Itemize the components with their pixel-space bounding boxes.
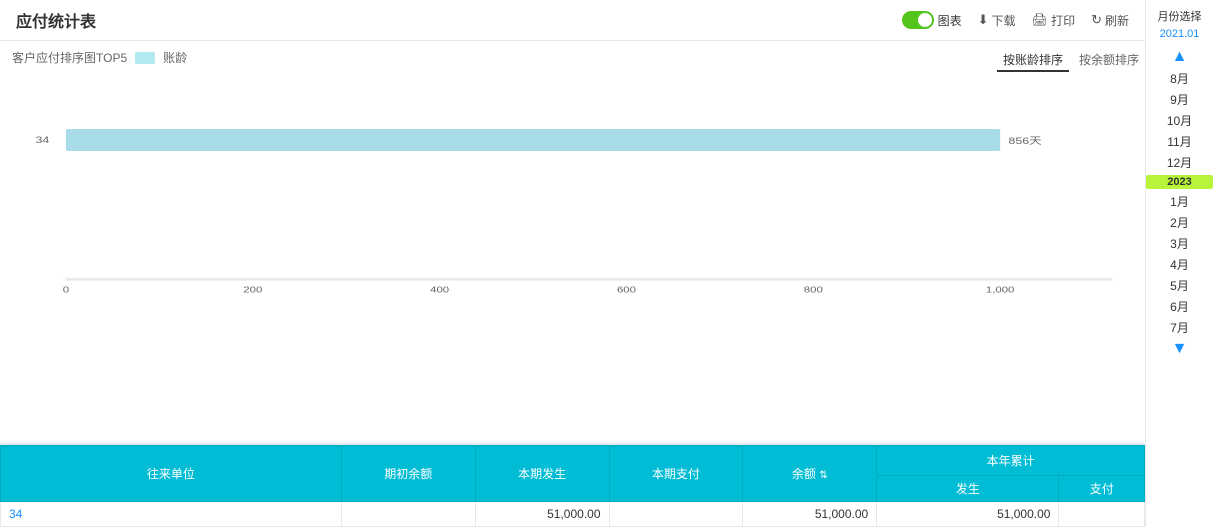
legend-item: 账龄 xyxy=(163,49,187,66)
sidebar-title: 月份选择 xyxy=(1158,8,1202,24)
download-icon: ⬇ xyxy=(978,12,989,28)
sidebar-down-arrow[interactable]: ▼ xyxy=(1172,340,1188,358)
chart-area: 客户应付排序图TOP5 账龄 按账龄排序 按余额排序 34 856天 0 200… xyxy=(0,41,1145,444)
cell-balance: 51,000.00 xyxy=(743,502,877,527)
col-current-pay: 本期支付 xyxy=(609,446,743,502)
sidebar-month-12[interactable]: 12月 xyxy=(1146,152,1213,173)
cell-ytd-pay xyxy=(1059,502,1145,527)
bar-fill xyxy=(66,129,1000,151)
print-button[interactable]: 🖨 打印 xyxy=(1032,12,1076,29)
y-label: 34 xyxy=(36,135,50,145)
sidebar-month-3[interactable]: 3月 xyxy=(1146,233,1213,254)
bar-chart-svg: 34 856天 0 200 400 600 800 1,000 xyxy=(12,74,1133,294)
svg-text:400: 400 xyxy=(430,286,449,294)
col-current-occur: 本期发生 xyxy=(475,446,609,502)
svg-text:1,000: 1,000 xyxy=(986,286,1015,294)
sidebar-month-6[interactable]: 6月 xyxy=(1146,296,1213,317)
data-table-wrap: 往来单位 期初余额 本期发生 本期支付 余额 ⇅ 本年累计 发生 支付 xyxy=(0,444,1145,527)
svg-text:800: 800 xyxy=(804,286,823,294)
data-table: 往来单位 期初余额 本期发生 本期支付 余额 ⇅ 本年累计 发生 支付 xyxy=(0,445,1145,527)
col-ytd-pay: 支付 xyxy=(1059,476,1145,502)
chart-legend: 客户应付排序图TOP5 账龄 xyxy=(12,49,187,66)
sort-buttons: 按账龄排序 按余额排序 xyxy=(997,49,1145,72)
refresh-button[interactable]: ↻ 刷新 xyxy=(1091,12,1129,29)
svg-text:0: 0 xyxy=(63,286,70,294)
sidebar-month-10[interactable]: 10月 xyxy=(1146,110,1213,131)
cell-current-pay xyxy=(609,502,743,527)
sort-by-amount-btn[interactable]: 按余额排序 xyxy=(1073,49,1145,72)
cell-current-occur: 51,000.00 xyxy=(475,502,609,527)
sidebar-selected-month: 2021.01 xyxy=(1160,28,1200,40)
sidebar-month-7[interactable]: 7月 xyxy=(1146,317,1213,338)
print-icon: 🖨 xyxy=(1032,12,1049,28)
col-opening: 期初余额 xyxy=(341,446,475,502)
cell-vendor: 34 xyxy=(1,502,342,527)
legend-text: 客户应付排序图TOP5 xyxy=(12,49,127,66)
cell-ytd-occur: 51,000.00 xyxy=(877,502,1059,527)
sidebar-month-2[interactable]: 2月 xyxy=(1146,212,1213,233)
chart-toggle-wrap: 图表 xyxy=(902,11,962,29)
svg-text:600: 600 xyxy=(617,286,636,294)
sidebar-month-9[interactable]: 9月 xyxy=(1146,89,1213,110)
svg-text:200: 200 xyxy=(243,286,262,294)
sidebar-month-5[interactable]: 5月 xyxy=(1146,275,1213,296)
col-balance: 余额 ⇅ xyxy=(743,446,877,502)
bar-value-label: 856天 xyxy=(1008,136,1041,146)
vendor-link[interactable]: 34 xyxy=(9,507,22,521)
sidebar-up-arrow[interactable]: ▲ xyxy=(1172,48,1188,66)
chart-label: 图表 xyxy=(938,12,962,29)
col-vendor: 往来单位 xyxy=(1,446,342,502)
sidebar-month-1[interactable]: 1月 xyxy=(1146,191,1213,212)
col-ytd-occur: 发生 xyxy=(877,476,1059,502)
balance-sort-icon: ⇅ xyxy=(819,470,827,481)
page-title: 应付统计表 xyxy=(16,8,96,32)
cell-opening xyxy=(341,502,475,527)
page-header: 应付统计表 图表 ⬇ 下载 🖨 打印 ↻ 刷新 xyxy=(0,0,1145,41)
chart-toggle[interactable] xyxy=(902,11,934,29)
sidebar-year-badge[interactable]: 2023 xyxy=(1146,175,1213,189)
refresh-icon: ↻ xyxy=(1091,12,1102,28)
sidebar-month-11[interactable]: 11月 xyxy=(1146,131,1213,152)
legend-color-box xyxy=(135,52,155,64)
col-ytd: 本年累计 xyxy=(877,446,1145,476)
table-row: 34 51,000.00 51,000.00 51,000.00 xyxy=(1,502,1145,527)
sidebar-month-4[interactable]: 4月 xyxy=(1146,254,1213,275)
header-actions: 图表 ⬇ 下载 🖨 打印 ↻ 刷新 xyxy=(902,11,1129,29)
month-sidebar: 月份选择 2021.01 ▲ 8月 9月 10月 11月 12月 2023 1月… xyxy=(1145,0,1213,527)
sort-by-balance-btn[interactable]: 按账龄排序 xyxy=(997,49,1069,72)
sidebar-month-8[interactable]: 8月 xyxy=(1146,68,1213,89)
download-button[interactable]: ⬇ 下载 xyxy=(978,12,1016,29)
table-header-row: 往来单位 期初余额 本期发生 本期支付 余额 ⇅ 本年累计 xyxy=(1,446,1145,476)
